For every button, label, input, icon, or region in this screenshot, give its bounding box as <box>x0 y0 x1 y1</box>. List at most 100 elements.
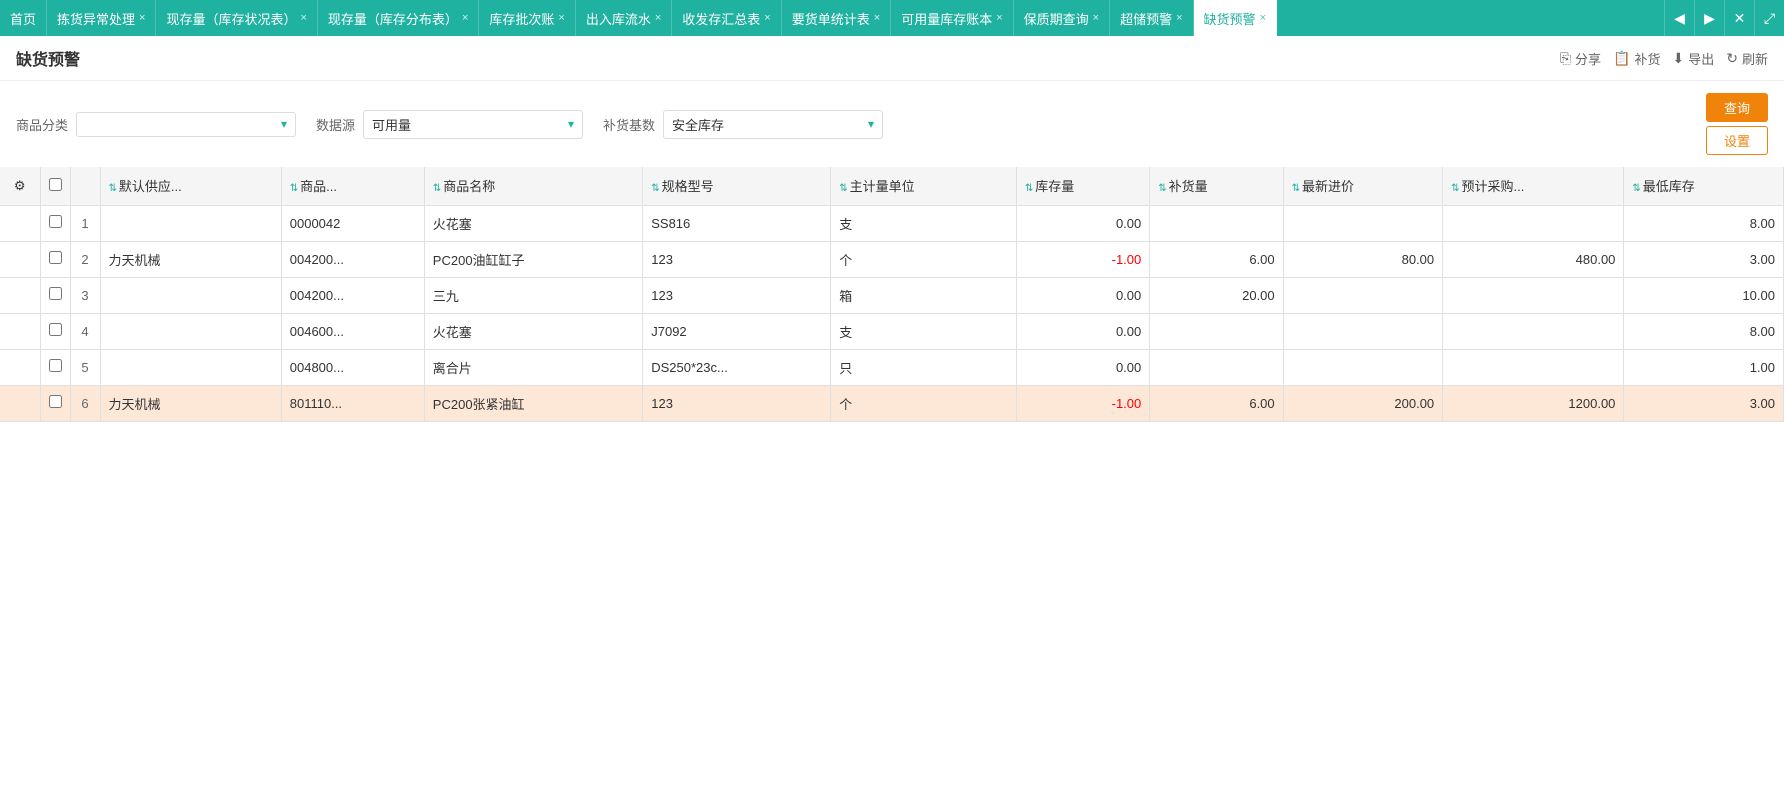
col-unit[interactable]: ⇅主计量单位 <box>831 167 1017 205</box>
col-spec[interactable]: ⇅规格型号 <box>643 167 831 205</box>
nav-controls: ◀ ▶ ✕ ⤢ <box>1664 0 1784 36</box>
row-supplier <box>100 313 281 349</box>
nav-tab-close-icon[interactable]: × <box>874 12 880 24</box>
nav-expand-btn[interactable]: ⤢ <box>1754 0 1784 36</box>
replenish-select[interactable]: 安全库存 ▾ <box>663 110 883 139</box>
row-latest-price: 200.00 <box>1283 385 1443 421</box>
nav-tab-demand[interactable]: 要货单统计表× <box>782 0 891 36</box>
nav-tab-close-icon[interactable]: × <box>139 12 145 24</box>
nav-tab-label: 可用量库存账本 <box>901 9 992 28</box>
nav-tab-shortage[interactable]: 缺货预警 × <box>1194 0 1277 36</box>
nav-tab-close-icon[interactable]: × <box>558 12 564 24</box>
row-checkbox-cell[interactable] <box>40 349 70 385</box>
row-unit: 支 <box>831 205 1017 241</box>
row-checkbox[interactable] <box>49 359 62 372</box>
nav-close-btn[interactable]: ✕ <box>1724 0 1754 36</box>
nav-tab-close-icon[interactable]: × <box>1093 12 1099 24</box>
row-gear-cell <box>0 241 40 277</box>
row-min-stock: 1.00 <box>1624 349 1784 385</box>
select-all-checkbox[interactable] <box>49 178 62 191</box>
nav-tab-label: 首页 <box>10 9 36 28</box>
nav-tab-label: 收发存汇总表 <box>682 9 760 28</box>
nav-tab-collect[interactable]: 收发存汇总表 × <box>672 0 781 36</box>
col-stock[interactable]: ⇅库存量 <box>1016 167 1149 205</box>
row-checkbox[interactable] <box>49 395 62 408</box>
nav-tab-overstock[interactable]: 超储预警× <box>1110 0 1193 36</box>
row-supplier <box>100 277 281 313</box>
sort-icon: ⇅ <box>1632 183 1640 194</box>
row-checkbox-cell[interactable] <box>40 385 70 421</box>
nav-next-btn[interactable]: ▶ <box>1694 0 1724 36</box>
row-est-purchase <box>1443 277 1624 313</box>
row-checkbox-cell[interactable] <box>40 205 70 241</box>
row-stock: 0.00 <box>1016 313 1149 349</box>
row-est-purchase: 480.00 <box>1443 241 1624 277</box>
refresh-btn[interactable]: ↻ 刷新 <box>1726 49 1768 68</box>
col-code-label: 商品... <box>300 179 337 194</box>
row-seq: 1 <box>70 205 100 241</box>
nav-tab-close-icon[interactable]: × <box>655 12 661 24</box>
nav-tab-close-icon[interactable]: × <box>1176 12 1182 24</box>
row-gear-cell <box>0 313 40 349</box>
nav-tab-inventory-dist[interactable]: 现存量（库存分布表）× <box>318 0 479 36</box>
row-checkbox-cell[interactable] <box>40 241 70 277</box>
nav-tab-home[interactable]: 首页 <box>0 0 47 36</box>
query-button[interactable]: 查询 <box>1706 93 1768 122</box>
col-replenish[interactable]: ⇅补货量 <box>1150 167 1283 205</box>
datasource-select[interactable]: 可用量 ▾ <box>363 110 583 139</box>
nav-tab-close-icon[interactable]: × <box>1260 12 1266 24</box>
col-seq <box>70 167 100 205</box>
nav-tab-close-icon[interactable]: × <box>764 12 770 24</box>
nav-tab-expiry[interactable]: 保质期查询× <box>1014 0 1110 36</box>
nav-tab-close-icon[interactable]: × <box>462 12 468 24</box>
col-code[interactable]: ⇅商品... <box>281 167 424 205</box>
datasource-chevron-icon: ▾ <box>568 117 574 131</box>
row-checkbox[interactable] <box>49 287 62 300</box>
nav-tab-close-icon[interactable]: × <box>300 12 306 24</box>
row-est-purchase <box>1443 205 1624 241</box>
filter-bar: 商品分类 ▾ 数据源 可用量 ▾ 补货基数 安全库存 ▾ 查询 设置 <box>0 81 1784 167</box>
row-code: 004200... <box>281 241 424 277</box>
row-name: 三九 <box>424 277 642 313</box>
sort-icon: ⇅ <box>1292 183 1300 194</box>
col-checkbox[interactable] <box>40 167 70 205</box>
row-name: 火花塞 <box>424 205 642 241</box>
category-select[interactable]: ▾ <box>76 112 296 137</box>
row-checkbox[interactable] <box>49 215 62 228</box>
row-checkbox[interactable] <box>49 251 62 264</box>
row-checkbox-cell[interactable] <box>40 277 70 313</box>
nav-tab-flow[interactable]: 出入库流水× <box>576 0 672 36</box>
nav-tab-label: 缺货预警 <box>1204 9 1256 28</box>
row-supplier <box>100 205 281 241</box>
col-gear[interactable]: ⚙ <box>0 167 40 205</box>
row-gear-cell <box>0 349 40 385</box>
row-latest-price: 80.00 <box>1283 241 1443 277</box>
row-gear-cell <box>0 385 40 421</box>
filter-actions: 查询 设置 <box>1706 93 1768 155</box>
nav-tab-inventory-status[interactable]: 现存量（库存状况表）× <box>156 0 317 36</box>
col-min-stock[interactable]: ⇅最低库存 <box>1624 167 1784 205</box>
nav-tab-batch[interactable]: 库存批次账× <box>479 0 575 36</box>
replenish-btn[interactable]: 📋 补货 <box>1613 49 1660 68</box>
row-code: 801110... <box>281 385 424 421</box>
settings-button[interactable]: 设置 <box>1706 126 1768 155</box>
nav-tab-available[interactable]: 可用量库存账本 × <box>891 0 1013 36</box>
row-checkbox[interactable] <box>49 323 62 336</box>
col-latest-price[interactable]: ⇅最新进价 <box>1283 167 1443 205</box>
row-spec: J7092 <box>643 313 831 349</box>
nav-tab-exception[interactable]: 拣货异常处理× <box>47 0 156 36</box>
export-btn[interactable]: ⬇ 导出 <box>1673 49 1715 68</box>
col-supplier[interactable]: ⇅默认供应... <box>100 167 281 205</box>
nav-tab-close-icon[interactable]: × <box>996 12 1002 24</box>
col-est-purchase[interactable]: ⇅预计采购... <box>1443 167 1624 205</box>
row-code: 004800... <box>281 349 424 385</box>
row-seq: 4 <box>70 313 100 349</box>
datasource-value: 可用量 <box>372 115 564 134</box>
nav-prev-btn[interactable]: ◀ <box>1664 0 1694 36</box>
share-btn[interactable]: ⎘ 分享 <box>1560 49 1601 68</box>
row-spec: 123 <box>643 241 831 277</box>
row-checkbox-cell[interactable] <box>40 313 70 349</box>
sort-icon: ⇅ <box>839 183 847 194</box>
col-name[interactable]: ⇅商品名称 <box>424 167 642 205</box>
row-stock: -1.00 <box>1016 385 1149 421</box>
